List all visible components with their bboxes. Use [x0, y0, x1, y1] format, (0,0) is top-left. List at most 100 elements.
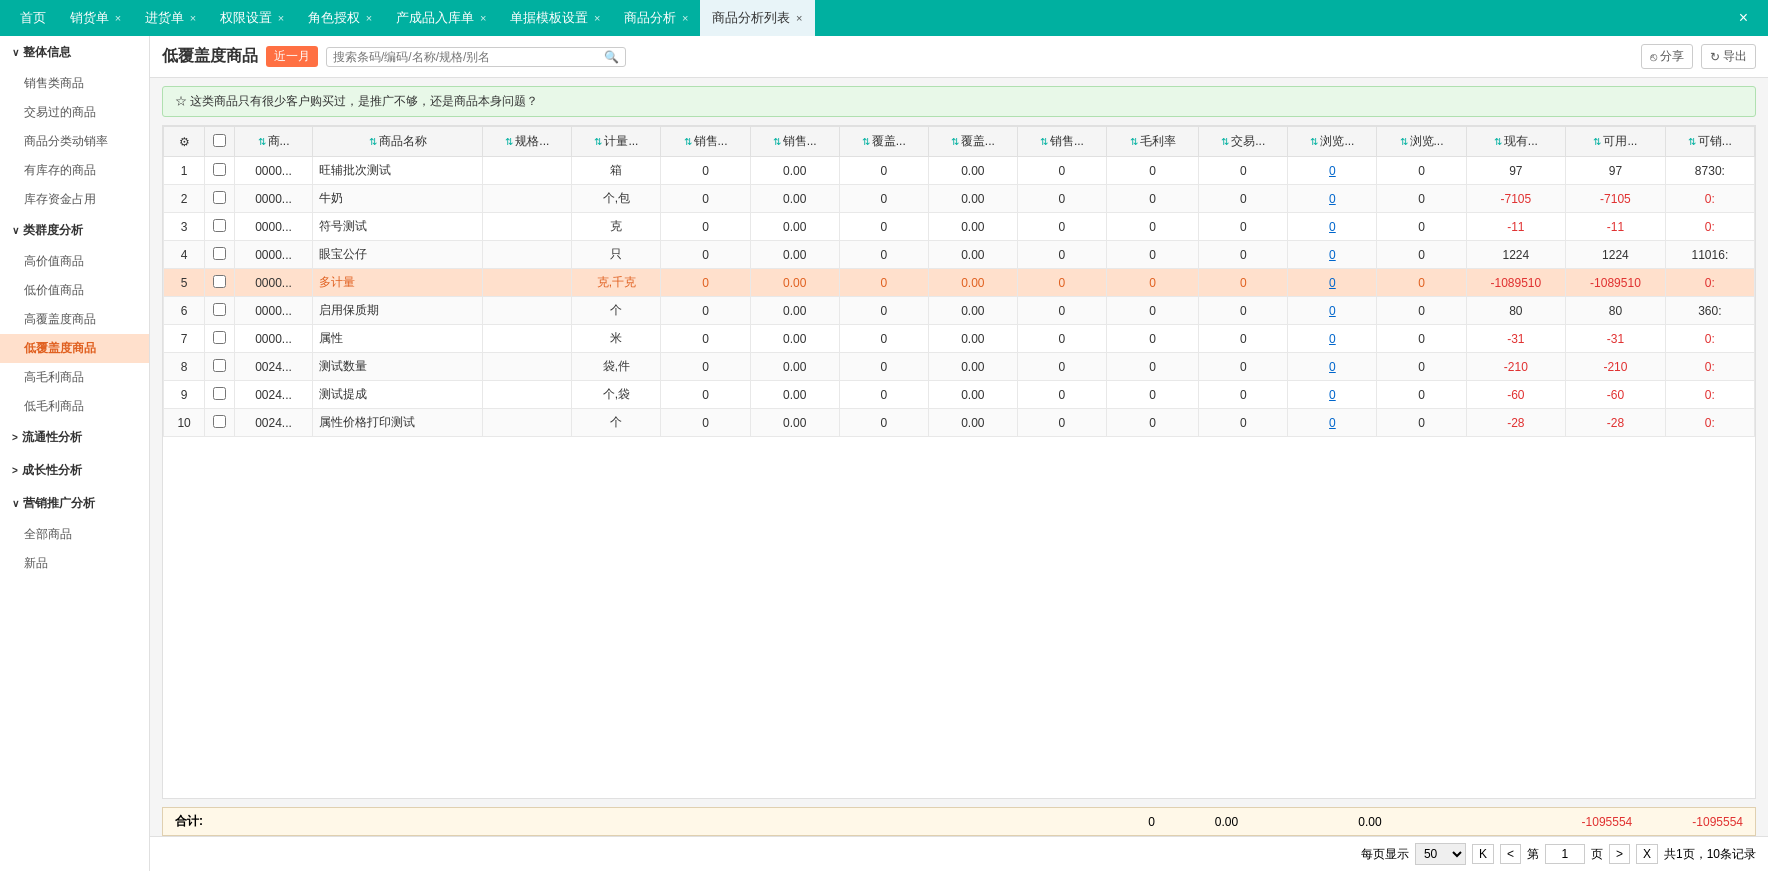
date-filter-button[interactable]: 近一月 [266, 46, 318, 67]
nav-product-entry[interactable]: 产成品入库单 × [384, 0, 498, 36]
nav-analysis[interactable]: 商品分析 × [612, 0, 700, 36]
nav-analysis-list[interactable]: 商品分析列表 × [700, 0, 814, 36]
window-close-button[interactable]: × [1727, 9, 1760, 27]
nav-close-permission[interactable]: × [278, 12, 284, 24]
last-page-button[interactable]: X [1636, 844, 1658, 864]
row-spec [483, 213, 572, 241]
search-icon[interactable]: 🔍 [604, 50, 619, 64]
row-name[interactable]: 属性 [312, 325, 482, 353]
row-browse1[interactable]: 0 [1288, 213, 1377, 241]
row-name[interactable]: 测试提成 [312, 381, 482, 409]
row-browse1[interactable]: 0 [1288, 353, 1377, 381]
row-coverage2: 0.00 [928, 269, 1017, 297]
row-browse1[interactable]: 0 [1288, 241, 1377, 269]
row-browse1[interactable]: 0 [1288, 325, 1377, 353]
row-name[interactable]: 测试数量 [312, 353, 482, 381]
sidebar-item-traded-goods[interactable]: 交易过的商品 [0, 98, 149, 127]
col-code[interactable]: ⇅商... [235, 127, 313, 157]
sidebar-item-capital[interactable]: 库存资金占用 [0, 185, 149, 214]
row-name[interactable]: 牛奶 [312, 185, 482, 213]
sidebar-item-high-value[interactable]: 高价值商品 [0, 247, 149, 276]
row-checkbox[interactable] [205, 409, 235, 437]
sidebar-item-in-stock[interactable]: 有库存的商品 [0, 156, 149, 185]
sidebar-section-cluster[interactable]: ∨ 类群度分析 [0, 214, 149, 247]
nav-close-sales[interactable]: × [115, 12, 121, 24]
nav-home[interactable]: 首页 [8, 0, 58, 36]
page-number-input[interactable] [1545, 844, 1585, 864]
row-sales-qty: 0 [661, 213, 750, 241]
col-current-stock[interactable]: ⇅现有... [1466, 127, 1566, 157]
nav-role[interactable]: 角色授权 × [296, 0, 384, 36]
sidebar-item-low-profit[interactable]: 低毛利商品 [0, 392, 149, 421]
export-button[interactable]: ↻ 导出 [1701, 44, 1756, 69]
select-all-checkbox[interactable] [213, 134, 226, 147]
row-browse1[interactable]: 0 [1288, 269, 1377, 297]
row-checkbox[interactable] [205, 213, 235, 241]
col-sales-qty[interactable]: ⇅销售... [661, 127, 750, 157]
col-trade[interactable]: ⇅交易... [1199, 127, 1288, 157]
col-coverage2[interactable]: ⇅覆盖... [928, 127, 1017, 157]
next-page-button[interactable]: > [1609, 844, 1630, 864]
col-name[interactable]: ⇅商品名称 [312, 127, 482, 157]
row-browse1[interactable]: 0 [1288, 185, 1377, 213]
nav-template[interactable]: 单据模板设置 × [498, 0, 612, 36]
row-checkbox[interactable] [205, 269, 235, 297]
sidebar-item-all-goods[interactable]: 全部商品 [0, 520, 149, 549]
row-checkbox[interactable] [205, 157, 235, 185]
col-sales3[interactable]: ⇅销售... [1017, 127, 1106, 157]
sidebar-item-high-profit[interactable]: 高毛利商品 [0, 363, 149, 392]
col-available-stock[interactable]: ⇅可用... [1566, 127, 1666, 157]
nav-close-product-entry[interactable]: × [480, 12, 486, 24]
sidebar-item-low-coverage[interactable]: 低覆盖度商品 [0, 334, 149, 363]
sidebar-item-category-rate[interactable]: 商品分类动销率 [0, 127, 149, 156]
nav-close-role[interactable]: × [366, 12, 372, 24]
row-name[interactable]: 眼宝公仔 [312, 241, 482, 269]
row-browse1[interactable]: 0 [1288, 157, 1377, 185]
prev-page-button[interactable]: < [1500, 844, 1521, 864]
nav-close-analysis[interactable]: × [682, 12, 688, 24]
row-checkbox[interactable] [205, 353, 235, 381]
col-spec[interactable]: ⇅规格... [483, 127, 572, 157]
row-checkbox[interactable] [205, 381, 235, 409]
col-unit[interactable]: ⇅计量... [572, 127, 661, 157]
col-sellable[interactable]: ⇅可销... [1665, 127, 1754, 157]
sidebar-item-high-coverage[interactable]: 高覆盖度商品 [0, 305, 149, 334]
row-browse1[interactable]: 0 [1288, 297, 1377, 325]
nav-close-template[interactable]: × [594, 12, 600, 24]
row-browse1[interactable]: 0 [1288, 409, 1377, 437]
col-sales-amt[interactable]: ⇅销售... [750, 127, 839, 157]
nav-close-analysis-list[interactable]: × [796, 12, 802, 24]
sidebar-section-overall[interactable]: ∨ 整体信息 [0, 36, 149, 69]
row-browse1[interactable]: 0 [1288, 381, 1377, 409]
row-checkbox[interactable] [205, 185, 235, 213]
nav-close-purchase[interactable]: × [190, 12, 196, 24]
row-checkbox[interactable] [205, 325, 235, 353]
col-browse2[interactable]: ⇅浏览... [1377, 127, 1466, 157]
page-size-select[interactable]: 50 100 200 [1415, 843, 1466, 865]
col-gross-margin[interactable]: ⇅毛利率 [1107, 127, 1199, 157]
sidebar-section-marketing[interactable]: ∨ 营销推广分析 [0, 487, 149, 520]
col-coverage1[interactable]: ⇅覆盖... [839, 127, 928, 157]
nav-sales[interactable]: 销货单 × [58, 0, 133, 36]
nav-permission[interactable]: 权限设置 × [208, 0, 296, 36]
table-container[interactable]: ⚙ ⇅商... ⇅商品名称 ⇅规格... ⇅计量... ⇅销售... ⇅销售..… [162, 125, 1756, 799]
sidebar-section-growth[interactable]: > 成长性分析 [0, 454, 149, 487]
share-button[interactable]: ⎋ 分享 [1641, 44, 1693, 69]
first-page-button[interactable]: K [1472, 844, 1494, 864]
row-name[interactable]: 旺辅批次测试 [312, 157, 482, 185]
search-input[interactable] [333, 50, 604, 64]
nav-purchase[interactable]: 进货单 × [133, 0, 208, 36]
col-settings[interactable]: ⚙ [164, 127, 205, 157]
col-browse1[interactable]: ⇅浏览... [1288, 127, 1377, 157]
row-name[interactable]: 属性价格打印测试 [312, 409, 482, 437]
sidebar-item-low-value[interactable]: 低价值商品 [0, 276, 149, 305]
row-checkbox[interactable] [205, 241, 235, 269]
row-name[interactable]: 启用保质期 [312, 297, 482, 325]
row-name[interactable]: 多计量 [312, 269, 482, 297]
sidebar-section-flow[interactable]: > 流通性分析 [0, 421, 149, 454]
sidebar-item-sales-goods[interactable]: 销售类商品 [0, 69, 149, 98]
row-name[interactable]: 符号测试 [312, 213, 482, 241]
sidebar-item-new-goods[interactable]: 新品 [0, 549, 149, 578]
row-checkbox[interactable] [205, 297, 235, 325]
top-navigation: 首页 销货单 × 进货单 × 权限设置 × 角色授权 × 产成品入库单 × 单据… [0, 0, 1768, 36]
